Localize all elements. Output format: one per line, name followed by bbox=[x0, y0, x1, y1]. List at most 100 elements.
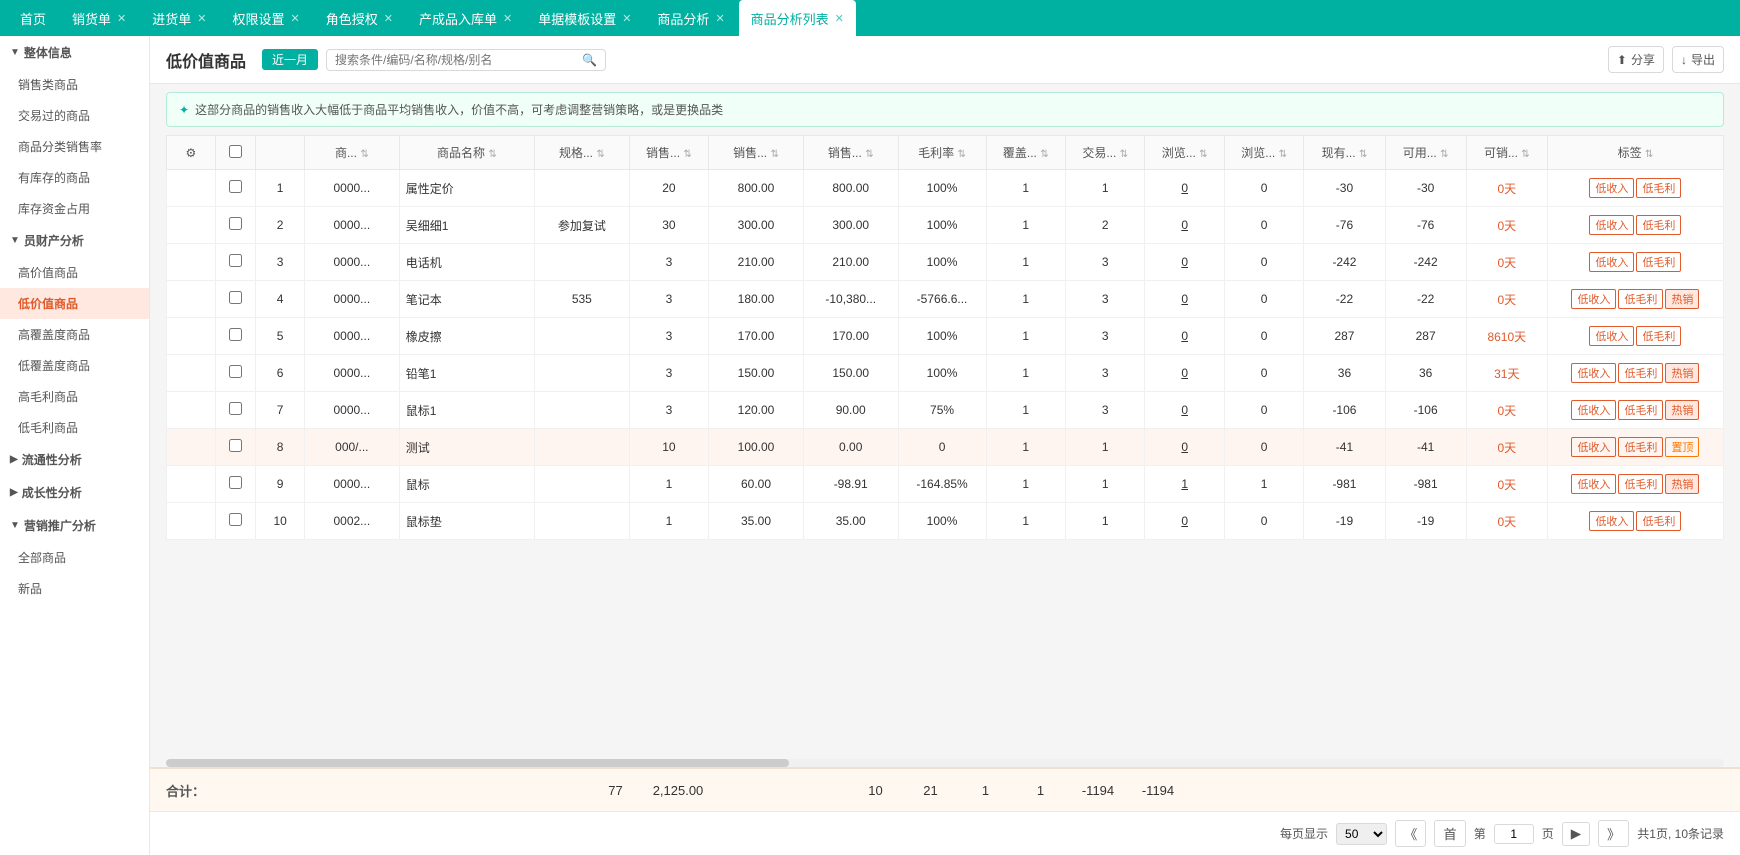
pv1-link[interactable]: 0 bbox=[1181, 403, 1188, 417]
row-checkbox[interactable] bbox=[229, 365, 242, 378]
close-icon[interactable]: ✕ bbox=[715, 12, 724, 25]
row-checkbox[interactable] bbox=[229, 328, 242, 341]
search-icon[interactable]: 🔍 bbox=[582, 53, 597, 67]
sidebar-item-low-margin[interactable]: 低毛利商品 bbox=[0, 412, 149, 443]
row-pv1[interactable]: 0 bbox=[1145, 207, 1224, 244]
col-sale-val-header[interactable]: 销售... ⇅ bbox=[803, 136, 898, 170]
row-pv1[interactable]: 0 bbox=[1145, 318, 1224, 355]
row-checkbox-cell[interactable] bbox=[215, 170, 256, 207]
sidebar-group-growth[interactable]: ▶成长性分析 bbox=[0, 476, 149, 509]
row-pv1[interactable]: 0 bbox=[1145, 244, 1224, 281]
prev-page-button[interactable]: 首 bbox=[1434, 820, 1465, 847]
pv1-link[interactable]: 0 bbox=[1181, 329, 1188, 343]
nav-product-instock[interactable]: 产成品入库单✕ bbox=[407, 0, 524, 36]
row-checkbox[interactable] bbox=[229, 254, 242, 267]
first-page-button[interactable]: 《 bbox=[1395, 820, 1426, 847]
nav-product-analysis-list[interactable]: 商品分析列表✕ bbox=[739, 0, 856, 36]
pv1-link[interactable]: 0 bbox=[1181, 255, 1188, 269]
pv1-link[interactable]: 0 bbox=[1181, 292, 1188, 306]
col-sell-header[interactable]: 可销... ⇅ bbox=[1466, 136, 1547, 170]
sidebar-item-high-margin[interactable]: 高毛利商品 bbox=[0, 381, 149, 412]
row-checkbox-cell[interactable] bbox=[215, 355, 256, 392]
search-input[interactable] bbox=[335, 53, 578, 67]
sidebar-item-stocked-goods[interactable]: 有库存的商品 bbox=[0, 162, 149, 193]
row-checkbox-cell[interactable] bbox=[215, 281, 256, 318]
row-pv1[interactable]: 0 bbox=[1145, 429, 1224, 466]
select-all-checkbox[interactable] bbox=[229, 145, 242, 158]
nav-home[interactable]: 首页 bbox=[8, 0, 58, 36]
row-pv1[interactable]: 0 bbox=[1145, 392, 1224, 429]
col-pv2-header[interactable]: 浏览... ⇅ bbox=[1224, 136, 1303, 170]
row-checkbox-cell[interactable] bbox=[215, 244, 256, 281]
horizontal-scrollbar[interactable] bbox=[166, 759, 1724, 767]
nav-sales-order[interactable]: 销货单✕ bbox=[60, 0, 138, 36]
row-checkbox[interactable] bbox=[229, 291, 242, 304]
nav-role-auth[interactable]: 角色授权✕ bbox=[314, 0, 405, 36]
col-pv1-header[interactable]: 浏览... ⇅ bbox=[1145, 136, 1224, 170]
sidebar-item-stock-capital[interactable]: 库存资金占用 bbox=[0, 193, 149, 224]
col-spec-header[interactable]: 规格... ⇅ bbox=[534, 136, 629, 170]
col-stock1-header[interactable]: 现有... ⇅ bbox=[1304, 136, 1385, 170]
close-icon[interactable]: ✕ bbox=[197, 12, 206, 25]
next-page-button[interactable]: ▶ bbox=[1562, 822, 1590, 846]
col-sale-qty-header[interactable]: 销售... ⇅ bbox=[629, 136, 708, 170]
scrollbar-thumb[interactable] bbox=[166, 759, 789, 767]
sidebar-item-all-goods[interactable]: 全部商品 bbox=[0, 542, 149, 573]
row-pv1[interactable]: 0 bbox=[1145, 281, 1224, 318]
col-name-header[interactable]: 商品名称 ⇅ bbox=[399, 136, 534, 170]
close-icon[interactable]: ✕ bbox=[291, 12, 300, 25]
row-pv1[interactable]: 0 bbox=[1145, 503, 1224, 540]
sidebar-item-sales-goods[interactable]: 销售类商品 bbox=[0, 69, 149, 100]
col-trade-header[interactable]: 交易... ⇅ bbox=[1065, 136, 1144, 170]
col-checkbox-all[interactable] bbox=[215, 136, 256, 170]
page-number-input[interactable] bbox=[1494, 824, 1534, 844]
row-pv1[interactable]: 0 bbox=[1145, 170, 1224, 207]
row-checkbox[interactable] bbox=[229, 180, 242, 193]
sidebar-item-low-coverage[interactable]: 低覆盖度商品 bbox=[0, 350, 149, 381]
share-button[interactable]: ⬆ 分享 bbox=[1608, 46, 1664, 73]
row-checkbox-cell[interactable] bbox=[215, 466, 256, 503]
sidebar-group-marketing[interactable]: ▼营销推广分析 bbox=[0, 509, 149, 542]
sidebar-item-new-goods[interactable]: 新品 bbox=[0, 573, 149, 604]
sidebar-group-overall[interactable]: ▼整体信息 bbox=[0, 36, 149, 69]
row-checkbox-cell[interactable] bbox=[215, 429, 256, 466]
sidebar-item-category-sales[interactable]: 商品分类销售率 bbox=[0, 131, 149, 162]
col-tag-header[interactable]: 标签 ⇅ bbox=[1547, 136, 1723, 170]
nav-product-analysis[interactable]: 商品分析✕ bbox=[645, 0, 736, 36]
close-icon[interactable]: ✕ bbox=[117, 12, 126, 25]
col-stock2-header[interactable]: 可用... ⇅ bbox=[1385, 136, 1466, 170]
sidebar-group-circulation[interactable]: ▶流通性分析 bbox=[0, 443, 149, 476]
date-badge[interactable]: 近一月 bbox=[262, 49, 318, 70]
row-checkbox[interactable] bbox=[229, 217, 242, 230]
export-button[interactable]: ↓ 导出 bbox=[1672, 46, 1724, 73]
close-icon[interactable]: ✕ bbox=[503, 12, 512, 25]
col-settings[interactable]: ⚙ bbox=[167, 136, 216, 170]
row-pv1[interactable]: 1 bbox=[1145, 466, 1224, 503]
row-checkbox-cell[interactable] bbox=[215, 318, 256, 355]
sidebar-group-financial[interactable]: ▼员财产分析 bbox=[0, 224, 149, 257]
row-checkbox-cell[interactable] bbox=[215, 207, 256, 244]
nav-permission-setting[interactable]: 权限设置✕ bbox=[220, 0, 311, 36]
nav-purchase-order[interactable]: 进货单✕ bbox=[140, 0, 218, 36]
pv1-link[interactable]: 1 bbox=[1181, 477, 1188, 491]
close-icon[interactable]: ✕ bbox=[622, 12, 631, 25]
pv1-link[interactable]: 0 bbox=[1181, 440, 1188, 454]
sidebar-item-high-coverage[interactable]: 高覆盖度商品 bbox=[0, 319, 149, 350]
close-icon[interactable]: ✕ bbox=[835, 12, 844, 25]
col-coverage-header[interactable]: 覆盖... ⇅ bbox=[986, 136, 1065, 170]
pv1-link[interactable]: 0 bbox=[1181, 218, 1188, 232]
pv1-link[interactable]: 0 bbox=[1181, 181, 1188, 195]
row-checkbox-cell[interactable] bbox=[215, 392, 256, 429]
sidebar-item-high-value[interactable]: 高价值商品 bbox=[0, 257, 149, 288]
pv1-link[interactable]: 0 bbox=[1181, 514, 1188, 528]
col-code-header[interactable]: 商... ⇅ bbox=[304, 136, 399, 170]
row-pv1[interactable]: 0 bbox=[1145, 355, 1224, 392]
col-sale-amt-header[interactable]: 销售... ⇅ bbox=[709, 136, 804, 170]
row-checkbox-cell[interactable] bbox=[215, 503, 256, 540]
row-checkbox[interactable] bbox=[229, 402, 242, 415]
per-page-select[interactable]: 50 100 200 bbox=[1336, 823, 1387, 845]
row-checkbox[interactable] bbox=[229, 513, 242, 526]
close-icon[interactable]: ✕ bbox=[384, 12, 393, 25]
row-checkbox[interactable] bbox=[229, 476, 242, 489]
sidebar-item-traded-goods[interactable]: 交易过的商品 bbox=[0, 100, 149, 131]
